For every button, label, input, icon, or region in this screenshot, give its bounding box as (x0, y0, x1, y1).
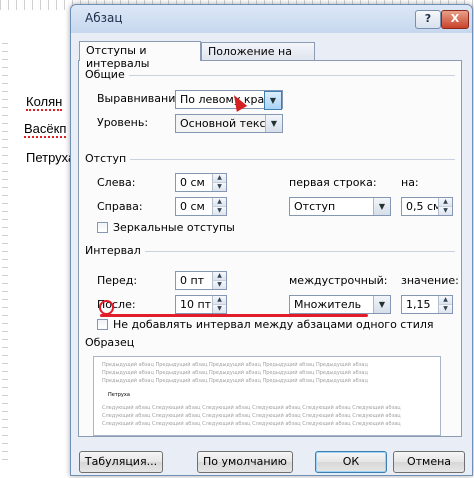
level-value: Основной текст (180, 117, 272, 130)
indent-right-spinner[interactable]: 0 см ▲ ▼ (175, 197, 227, 216)
indent-left-value: 0 см (180, 176, 205, 189)
paragraph-dialog: Абзац ? X Отступы и интервалы Положение … (70, 4, 473, 476)
chevron-down-icon[interactable]: ▼ (265, 115, 282, 132)
preview-next-line: Следующий абзац Следующий абзац Следующи… (102, 421, 401, 427)
by-spinner[interactable]: 0,5 см ▲ ▼ (401, 197, 453, 216)
first-line-value: Отступ (294, 200, 336, 213)
document-word-2: Васёкп (24, 121, 67, 138)
chevron-down-icon[interactable]: ▼ (264, 91, 282, 110)
preview-prev-line: Предыдущий абзац Предыдущий абзац Предыд… (102, 378, 368, 384)
line-spacing-label: междустрочный: (289, 274, 388, 287)
vertical-ruler (2, 40, 8, 460)
mirror-indents-checkbox[interactable] (97, 222, 108, 233)
general-group: Общие Выравнивание: По левому краю ▼ Уро… (85, 68, 455, 136)
tab-indents-spacing[interactable]: Отступы и интервалы (79, 41, 201, 70)
preview-next-line: Следующий абзац Следующий абзац Следующи… (102, 405, 401, 411)
tabs-button[interactable]: Табуляция... (79, 451, 163, 473)
spacing-before-value: 0 пт (180, 274, 205, 287)
spin-up-icon[interactable]: ▲ (438, 198, 452, 207)
alignment-label: Выравнивание: (97, 92, 186, 105)
spacing-after-value: 10 пт (180, 298, 212, 311)
spin-down-icon[interactable]: ▼ (438, 207, 452, 215)
document-word-1: Колян (26, 94, 63, 111)
spin-up-icon[interactable]: ▲ (212, 272, 226, 281)
preview-next-line: Следующий абзац Следующий абзац Следующи… (102, 413, 401, 419)
level-label: Уровень: (97, 116, 149, 129)
spin-down-icon[interactable]: ▼ (212, 207, 226, 215)
close-button[interactable]: X (441, 10, 469, 29)
no-space-same-style-checkbox[interactable] (97, 319, 108, 330)
at-spinner[interactable]: 1,15 ▲ ▼ (401, 295, 453, 314)
tab-line-page-breaks[interactable]: Положение на странице (201, 42, 315, 71)
indent-left-label: Слева: (97, 176, 136, 189)
indent-right-value: 0 см (180, 200, 205, 213)
annotation-underline (100, 314, 368, 317)
preview-main-text: Петруха (108, 392, 130, 398)
first-line-label: первая строка: (289, 176, 377, 189)
no-space-same-style-label: Не добавлять интервал между абзацами одн… (113, 318, 434, 331)
preview-box: Предыдущий абзац Предыдущий абзац Предыд… (93, 356, 441, 436)
by-label: на: (401, 176, 419, 189)
annotation-circle (99, 300, 114, 315)
spin-up-icon[interactable]: ▲ (212, 174, 226, 183)
dialog-titlebar[interactable]: Абзац ? X (71, 5, 472, 33)
spin-up-icon[interactable]: ▲ (438, 296, 452, 305)
spin-down-icon[interactable]: ▼ (212, 183, 226, 191)
help-button[interactable]: ? (415, 10, 441, 29)
indent-group: Отступ Слева: 0 см ▲ ▼ Справа: 0 см ▲ ▼ … (85, 152, 455, 240)
indent-group-title: Отступ (85, 152, 131, 165)
spacing-before-label: Перед: (97, 274, 138, 287)
spin-down-icon[interactable]: ▼ (438, 305, 452, 313)
alignment-value: По левому краю (180, 93, 274, 106)
spin-down-icon[interactable]: ▼ (212, 305, 226, 313)
ok-button[interactable]: ОК (315, 451, 387, 473)
spacing-group: Интервал Перед: 0 пт ▲ ▼ После: 10 пт ▲ … (85, 244, 459, 332)
spacing-before-spinner[interactable]: 0 пт ▲ ▼ (175, 271, 227, 290)
by-value: 0,5 см (406, 200, 442, 213)
level-select[interactable]: Основной текст ▼ (175, 114, 283, 133)
at-value: 1,15 (406, 298, 431, 311)
set-default-button[interactable]: По умолчанию (197, 451, 293, 473)
preview-group-title: Образец (85, 336, 139, 349)
spin-down-icon[interactable]: ▼ (212, 281, 226, 289)
at-label: значение: (401, 274, 459, 287)
chevron-down-icon[interactable]: ▼ (373, 296, 390, 313)
document-word-3: Петруха (26, 150, 76, 165)
mirror-indents-label: Зеркальные отступы (113, 221, 235, 234)
line-spacing-value: Множитель (294, 298, 362, 311)
chevron-down-icon[interactable]: ▼ (373, 198, 390, 215)
first-line-select[interactable]: Отступ ▼ (289, 197, 391, 216)
line-spacing-select[interactable]: Множитель ▼ (289, 295, 391, 314)
spacing-after-spinner[interactable]: 10 пт ▲ ▼ (175, 295, 227, 314)
tab-panel: Общие Выравнивание: По левому краю ▼ Уро… (78, 60, 462, 437)
dialog-title: Абзац (85, 11, 123, 25)
indent-left-spinner[interactable]: 0 см ▲ ▼ (175, 173, 227, 192)
spacing-group-title: Интервал (85, 244, 145, 257)
spin-up-icon[interactable]: ▲ (212, 198, 226, 207)
cancel-button[interactable]: Отмена (393, 451, 465, 473)
preview-prev-line: Предыдущий абзац Предыдущий абзац Предыд… (102, 362, 368, 368)
spin-up-icon[interactable]: ▲ (212, 296, 226, 305)
preview-prev-line: Предыдущий абзац Предыдущий абзац Предыд… (102, 370, 368, 376)
indent-right-label: Справа: (97, 200, 143, 213)
